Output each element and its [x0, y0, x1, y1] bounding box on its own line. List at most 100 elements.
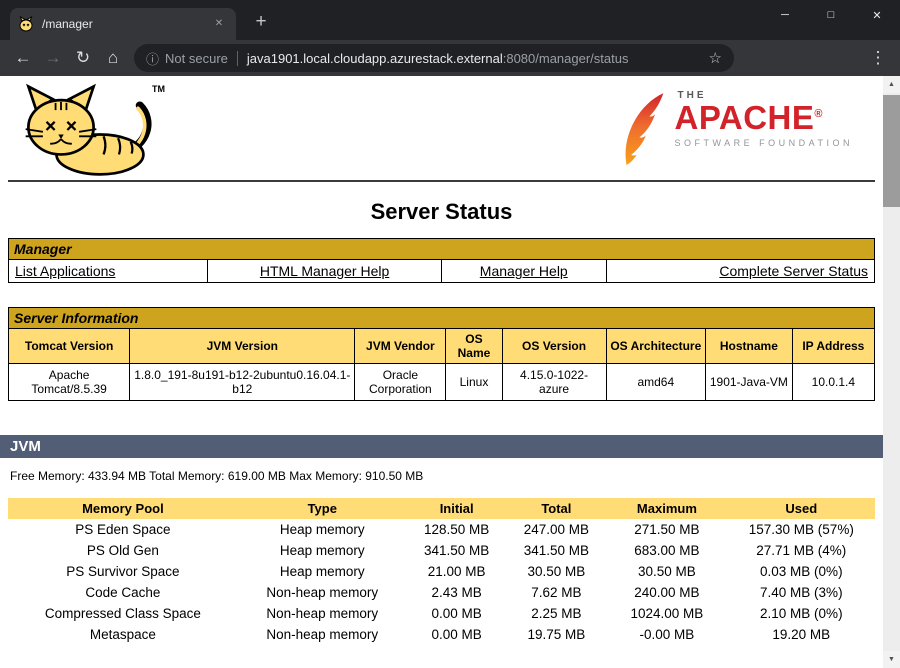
total-cell: 2.25 MB	[507, 603, 607, 624]
server-info-header-row: Tomcat Version JVM Version JVM Vendor OS…	[9, 329, 875, 364]
os-version-value: 4.15.0-1022-azure	[502, 364, 606, 401]
apache-name-text: APACHE	[675, 99, 815, 136]
maximum-cell: -0.00 MB	[606, 624, 727, 645]
table-row: PS Old Gen Heap memory 341.50 MB 341.50 …	[8, 540, 875, 561]
scroll-up-icon[interactable]: ▲	[883, 76, 900, 93]
total-cell: 19.75 MB	[507, 624, 607, 645]
type-cell: Non-heap memory	[238, 582, 407, 603]
used-cell: 2.10 MB (0%)	[728, 603, 875, 624]
browser-toolbar: ← → ↻ ⌂ ⓘ Not secure java1901.local.clou…	[0, 40, 900, 76]
used-cell: 0.03 MB (0%)	[728, 561, 875, 582]
site-info-icon[interactable]: ⓘ	[146, 49, 159, 68]
trademark-label: TM	[152, 84, 165, 94]
column-header: Used	[728, 498, 875, 519]
browser-window: /manager ✕ + ─ □ ✕ ← → ↻ ⌂ ⓘ Not secure …	[0, 0, 900, 668]
omnibox-divider	[237, 51, 238, 66]
initial-cell: 0.00 MB	[407, 624, 507, 645]
apache-feather-icon	[621, 90, 667, 170]
memory-pool-table: Memory Pool Type Initial Total Maximum U…	[8, 498, 875, 645]
manager-link-cell: HTML Manager Help	[208, 260, 442, 283]
manager-link-cell: Complete Server Status	[606, 260, 874, 283]
memory-table-header-row: Memory Pool Type Initial Total Maximum U…	[8, 498, 875, 519]
type-cell: Heap memory	[238, 540, 407, 561]
table-row: PS Eden Space Heap memory 128.50 MB 247.…	[8, 519, 875, 540]
memory-pool-cell: Code Cache	[8, 582, 238, 603]
page-title: Server Status	[8, 199, 875, 225]
tomcat-version-value: Apache Tomcat/8.5.39	[9, 364, 130, 401]
back-button-icon[interactable]: ←	[8, 43, 38, 73]
home-button-icon[interactable]: ⌂	[98, 43, 128, 73]
jvm-vendor-value: Oracle Corporation	[355, 364, 446, 401]
jvm-memory-summary: Free Memory: 433.94 MB Total Memory: 619…	[10, 469, 875, 483]
tomcat-logo: TM	[10, 82, 180, 183]
apache-logo: THE APACHE® SOFTWARE FOUNDATION	[621, 82, 872, 170]
column-header: IP Address	[792, 329, 874, 364]
maximum-cell: 240.00 MB	[606, 582, 727, 603]
initial-cell: 341.50 MB	[407, 540, 507, 561]
manager-help-link[interactable]: Manager Help	[480, 263, 568, 279]
logo-row: TM THE APACHE® SOFTWARE	[8, 76, 875, 180]
forward-button-icon[interactable]: →	[38, 43, 68, 73]
manager-links-row: List Applications HTML Manager Help Mana…	[9, 260, 875, 283]
jvm-section-header: JVM	[0, 435, 883, 458]
used-cell: 7.40 MB (3%)	[728, 582, 875, 603]
list-applications-link[interactable]: List Applications	[15, 263, 115, 279]
type-cell: Heap memory	[238, 561, 407, 582]
table-row: Metaspace Non-heap memory 0.00 MB 19.75 …	[8, 624, 875, 645]
html-manager-help-link[interactable]: HTML Manager Help	[260, 263, 389, 279]
total-cell: 30.50 MB	[507, 561, 607, 582]
jvm-version-value: 1.8.0_191-8u191-b12-2ubuntu0.16.04.1-b12	[130, 364, 355, 401]
apache-name-label: APACHE®	[675, 101, 854, 136]
used-cell: 157.30 MB (57%)	[728, 519, 875, 540]
apache-wordmark: THE APACHE® SOFTWARE FOUNDATION	[675, 90, 854, 148]
column-header: Hostname	[706, 329, 793, 364]
used-cell: 19.20 MB	[728, 624, 875, 645]
window-controls: ─ □ ✕	[762, 0, 900, 30]
initial-cell: 21.00 MB	[407, 561, 507, 582]
hostname-value: 1901-Java-VM	[706, 364, 793, 401]
window-minimize-button[interactable]: ─	[762, 0, 808, 30]
memory-pool-cell: PS Eden Space	[8, 519, 238, 540]
memory-pool-cell: Compressed Class Space	[8, 603, 238, 624]
column-header: Tomcat Version	[9, 329, 130, 364]
column-header: OS Version	[502, 329, 606, 364]
browser-menu-icon[interactable]: ⋮	[864, 48, 892, 68]
page-content: TM THE APACHE® SOFTWARE	[0, 76, 883, 668]
browser-tab[interactable]: /manager ✕	[10, 8, 236, 40]
maximum-cell: 30.50 MB	[606, 561, 727, 582]
reload-button-icon[interactable]: ↻	[68, 43, 98, 73]
tab-close-icon[interactable]: ✕	[210, 15, 228, 33]
manager-link-cell: Manager Help	[441, 260, 606, 283]
column-header: JVM Version	[130, 329, 355, 364]
total-cell: 247.00 MB	[507, 519, 607, 540]
manager-section-title: Manager	[9, 239, 875, 260]
scrollbar-thumb[interactable]	[883, 95, 900, 207]
maximum-cell: 683.00 MB	[606, 540, 727, 561]
window-close-button[interactable]: ✕	[854, 0, 900, 30]
table-row: Compressed Class Space Non-heap memory 0…	[8, 603, 875, 624]
bookmark-star-icon[interactable]: ☆	[709, 49, 722, 67]
manager-table: Manager List Applications HTML Manager H…	[8, 238, 875, 283]
scroll-down-icon[interactable]: ▼	[883, 651, 900, 668]
url-host: java1901.local.cloudapp.azurestack.exter…	[247, 51, 503, 66]
tab-strip: /manager ✕ + ─ □ ✕	[0, 0, 900, 40]
complete-server-status-link[interactable]: Complete Server Status	[719, 263, 868, 279]
column-header: Initial	[407, 498, 507, 519]
server-info-section-title: Server Information	[9, 308, 875, 329]
window-maximize-button[interactable]: □	[808, 0, 854, 30]
address-bar[interactable]: ⓘ Not secure java1901.local.cloudapp.azu…	[134, 44, 734, 72]
table-row: PS Survivor Space Heap memory 21.00 MB 3…	[8, 561, 875, 582]
ip-address-value: 10.0.1.4	[792, 364, 874, 401]
new-tab-button[interactable]: +	[248, 10, 274, 36]
column-header: Type	[238, 498, 407, 519]
tomcat-favicon-icon	[18, 16, 34, 32]
total-cell: 7.62 MB	[507, 582, 607, 603]
security-label: Not secure	[165, 51, 228, 66]
initial-cell: 0.00 MB	[407, 603, 507, 624]
manager-link-cell: List Applications	[9, 260, 208, 283]
os-architecture-value: amd64	[606, 364, 706, 401]
column-header: Total	[507, 498, 607, 519]
registered-mark: ®	[814, 108, 823, 120]
tab-title: /manager	[42, 17, 210, 31]
used-cell: 27.71 MB (4%)	[728, 540, 875, 561]
